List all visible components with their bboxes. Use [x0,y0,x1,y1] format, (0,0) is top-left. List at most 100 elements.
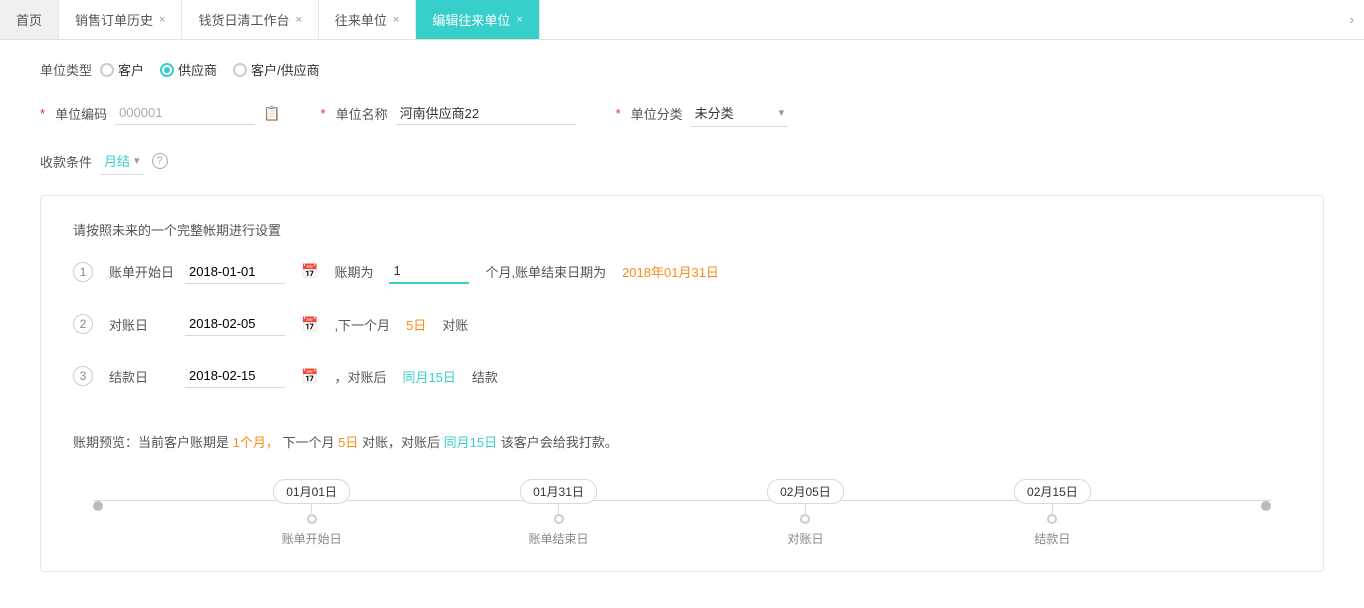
name-field: * 单位名称 [321,101,576,125]
row-num-3: 3 [73,366,93,386]
timeline-dot-3 [800,514,810,524]
timeline-point-1: 01月01日 账单开始日 [273,479,350,547]
radio-supplier[interactable]: 供应商 [160,60,217,79]
code-required: * [40,106,45,121]
radio-both-circle [233,63,247,77]
close-icon[interactable]: × [295,14,301,26]
radio-supplier-circle [160,63,174,77]
preview-reconcile-day: 5日 [338,435,358,450]
payment-select[interactable]: 月结 ▾ [100,147,144,175]
radio-both[interactable]: 客户/供应商 [233,60,320,79]
close-icon[interactable]: × [159,14,165,26]
radio-customer-label: 客户 [118,60,144,79]
row-label-3: 结款日 [109,367,169,386]
timeline-dot-4 [1047,514,1057,524]
timeline-label-3: 02月05日 [767,479,844,504]
main-content: 单位类型 客户 供应商 客户/供应商 * 单位编码 [0,40,1364,608]
timeline-point-3: 02月05日 对账日 [767,479,844,547]
preview-reconcile-post: 对账，对账后 [362,435,440,450]
reconcile-day-highlight: 5日 [406,315,426,334]
code-input[interactable] [115,101,255,125]
row-num-1: 1 [73,262,93,282]
period-input[interactable] [389,259,469,284]
name-label: 单位名称 [336,104,388,123]
category-label: 单位分类 [631,104,683,123]
payment-date-input[interactable] [185,364,285,388]
unit-type-field: 单位类型 客户 供应商 客户/供应商 [40,60,320,79]
reconcile-suffix: 对账 [442,315,468,334]
setting-row-1: 1 账单开始日 📅 账期为 个月,账单结束日期为 2018年01月31日 [73,259,1291,284]
start-calendar-icon[interactable]: 📅 [301,263,318,280]
timeline-sub-3: 对账日 [787,530,823,547]
card-title: 请按照未来的一个完整帐期进行设置 [73,220,1291,239]
timeline-right-dot [1261,495,1271,511]
timeline-point-2: 01月31日 账单结束日 [520,479,597,547]
left-dot-circle [93,501,103,511]
code-label: 单位编码 [55,104,107,123]
radio-both-label: 客户/供应商 [251,60,320,79]
row-num-2: 2 [73,314,93,334]
period-suffix: 个月,账单结束日期为 [485,262,606,281]
period-prefix: 账期为 [334,262,373,281]
settings-card: 请按照未来的一个完整帐期进行设置 1 账单开始日 📅 账期为 个月,账单结束日期… [40,195,1324,572]
preview-reconcile-pre: 下一个月 [283,435,335,450]
code-name-row: * 单位编码 📋 * 单位名称 * 单位分类 未分类 ▾ [40,99,1324,127]
timeline-dot-2 [554,514,564,524]
timeline-stem-1 [311,504,312,514]
preview-payment-day: 同月15日 [444,435,497,450]
tab-cash-work[interactable]: 钱货日清工作台 × [182,0,318,39]
tab-home-label: 首页 [16,10,42,29]
tab-partner[interactable]: 往来单位 × [319,0,416,39]
category-value: 未分类 [695,103,775,122]
timeline-dot-1 [307,514,317,524]
setting-row-2: 2 对账日 📅 ,下一个月 5日 对账 [73,312,1291,336]
payment-field: 收款条件 月结 ▾ ? [40,147,168,175]
tab-sales-history[interactable]: 销售订单历史 × [59,0,182,39]
row-label-1: 账单开始日 [109,262,169,281]
timeline-stem-4 [1052,504,1053,514]
row-label-2: 对账日 [109,315,169,334]
close-icon[interactable]: × [516,14,522,26]
tab-partner-label: 往来单位 [335,10,387,29]
preview-section: 账期预览：当前客户账期是 1个月， 下一个月 5日 对账，对账后 同月15日 该… [73,416,1291,547]
category-required: * [616,106,621,121]
radio-customer[interactable]: 客户 [100,60,144,79]
tab-sales-history-label: 销售订单历史 [75,10,153,29]
tab-bar: 首页 销售订单历史 × 钱货日清工作台 × 往来单位 × 编辑往来单位 × › [0,0,1364,40]
right-dot-circle [1261,501,1271,511]
close-icon[interactable]: × [393,14,399,26]
preview-period: 1个月， [233,435,279,450]
category-field: * 单位分类 未分类 ▾ [616,99,789,127]
help-icon[interactable]: ? [152,153,168,169]
name-required: * [321,106,326,121]
tab-cash-work-label: 钱货日清工作台 [198,10,289,29]
code-field: * 单位编码 📋 [40,101,281,125]
timeline-label-4: 02月15日 [1014,479,1091,504]
tab-home[interactable]: 首页 [0,0,59,39]
timeline-points: 01月01日 账单开始日 01月31日 账单结束日 02月05日 [93,479,1271,547]
timeline-sub-1: 账单开始日 [282,530,342,547]
category-select[interactable]: 未分类 ▾ [691,99,789,127]
tab-more-button[interactable]: › [1340,0,1364,39]
preview-end: 该客户会给我打款。 [501,435,618,450]
tab-edit-partner[interactable]: 编辑往来单位 × [416,0,539,39]
timeline-stem-3 [805,504,806,514]
reconcile-date-input[interactable] [185,312,285,336]
unit-type-row: 单位类型 客户 供应商 客户/供应商 [40,60,1324,79]
timeline-label-2: 01月31日 [520,479,597,504]
chevron-down-icon: ▾ [134,154,140,167]
reconcile-calendar-icon[interactable]: 📅 [301,316,318,333]
setting-row-3: 3 结款日 📅 ，对账后 同月15日 结款 [73,364,1291,388]
start-date-input[interactable] [185,260,285,284]
payment-calendar-icon[interactable]: 📅 [301,368,318,385]
preview-label: 账期预览：当前客户账期是 [73,435,229,450]
timeline-left-dot [93,495,103,511]
name-input[interactable] [396,101,576,125]
timeline-sub-2: 账单结束日 [529,530,589,547]
payment-day-highlight: 同月15日 [402,367,455,386]
timeline-point-4: 02月15日 结款日 [1014,479,1091,547]
calendar-icon[interactable]: 📋 [263,105,280,122]
payment-label: 收款条件 [40,152,92,171]
reconcile-prefix: ,下一个月 [334,315,390,334]
chevron-right-icon: › [1350,12,1354,27]
